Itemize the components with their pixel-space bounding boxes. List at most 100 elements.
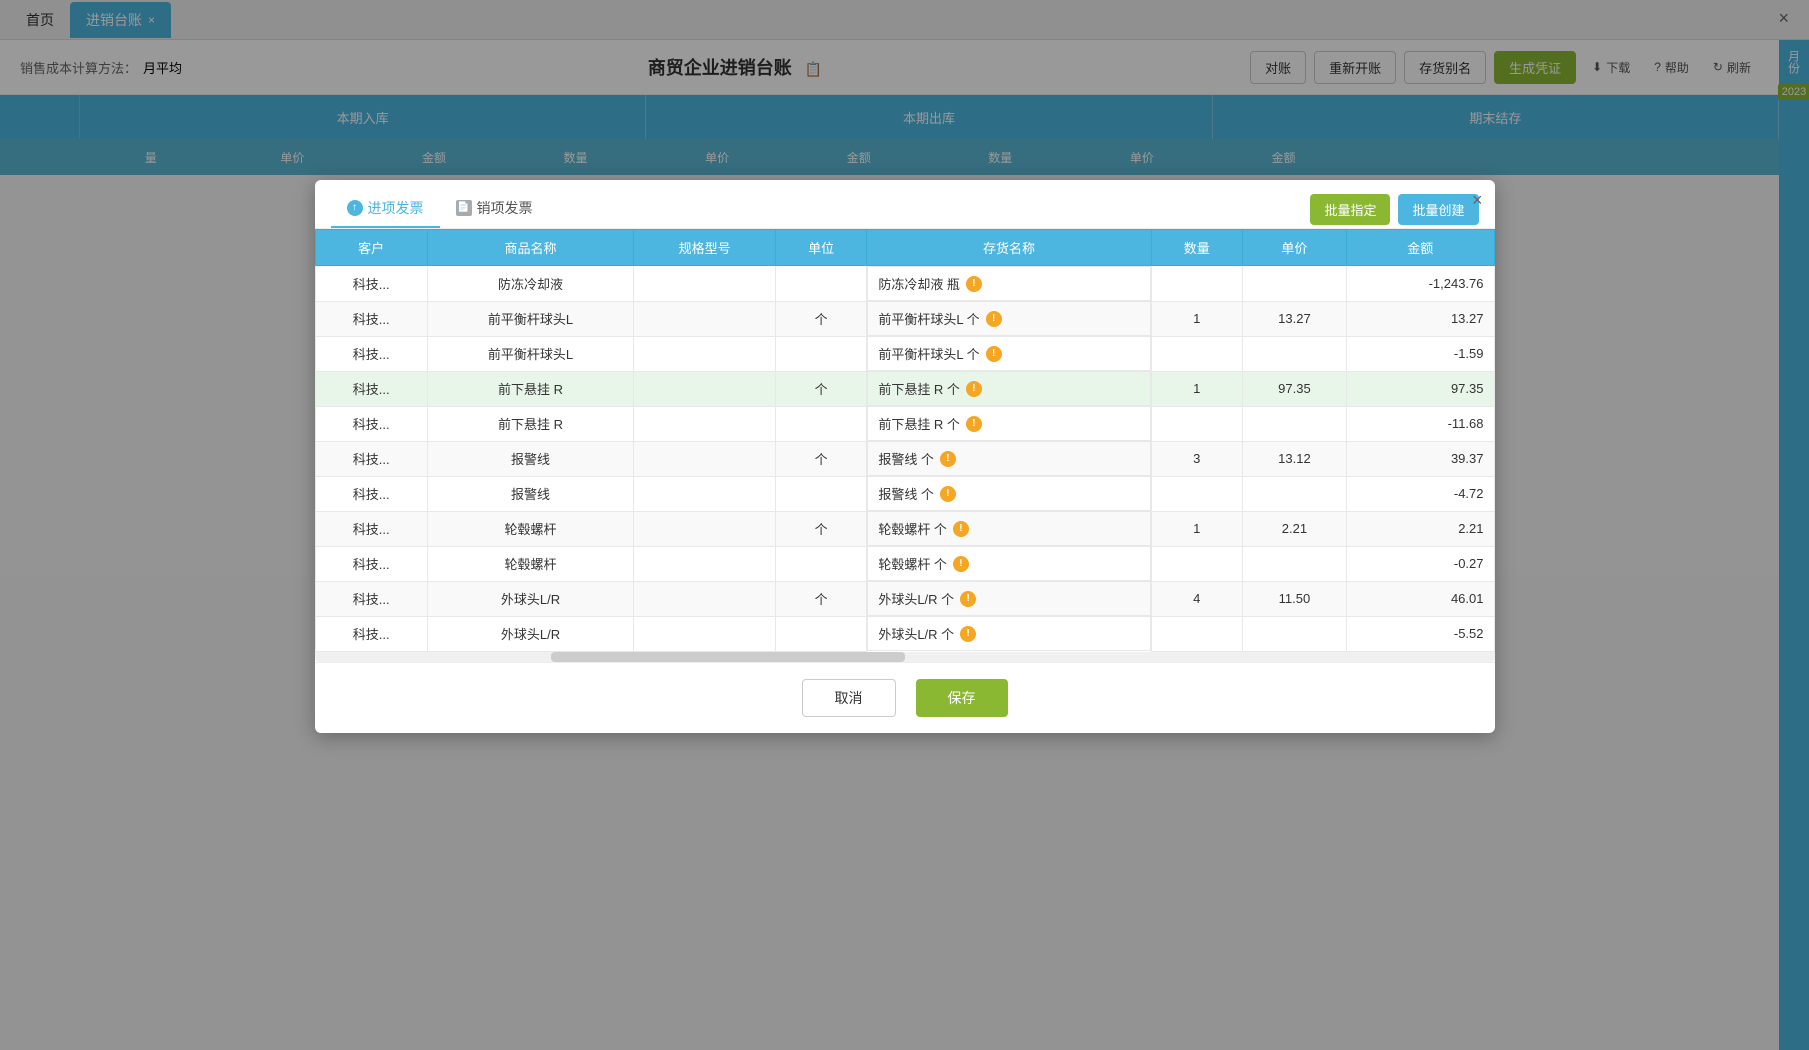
table-row[interactable]: 科技...轮毂螺杆轮毂螺杆 个!-0.27 xyxy=(315,546,1494,581)
cell-unit: 个 xyxy=(776,441,867,476)
cell-customer: 科技... xyxy=(315,511,427,546)
cell-price xyxy=(1242,406,1346,441)
warning-icon: ! xyxy=(986,311,1002,327)
th-customer: 客户 xyxy=(315,230,427,266)
table-row[interactable]: 科技...报警线个报警线 个!313.1239.37 xyxy=(315,441,1494,476)
warning-icon: ! xyxy=(960,591,976,607)
cell-amount: -1,243.76 xyxy=(1346,266,1494,302)
warning-icon: ! xyxy=(966,276,982,292)
invoice-table-wrapper[interactable]: 客户 商品名称 规格型号 单位 存货名称 数量 单价 金额 科技...防冻冷却液… xyxy=(315,229,1495,652)
th-inventory: 存货名称 xyxy=(867,230,1151,266)
cell-spec xyxy=(634,371,776,406)
cell-inventory: 报警线 个! xyxy=(867,476,1150,511)
cell-qty xyxy=(1151,336,1242,371)
cell-unit: 个 xyxy=(776,301,867,336)
cell-unit xyxy=(776,476,867,511)
cell-price xyxy=(1242,336,1346,371)
warning-icon: ! xyxy=(940,451,956,467)
cell-spec xyxy=(634,581,776,616)
cell-inventory: 轮毂螺杆 个! xyxy=(867,511,1150,546)
cell-product: 轮毂螺杆 xyxy=(427,511,633,546)
table-row[interactable]: 科技...轮毂螺杆个轮毂螺杆 个!12.212.21 xyxy=(315,511,1494,546)
cell-spec xyxy=(634,336,776,371)
incoming-tab-icon: ↑ xyxy=(347,200,363,216)
cell-unit: 个 xyxy=(776,371,867,406)
cell-inventory: 外球头L/R 个! xyxy=(867,616,1150,651)
cell-qty: 1 xyxy=(1151,301,1242,336)
cell-qty: 1 xyxy=(1151,371,1242,406)
cell-unit: 个 xyxy=(776,511,867,546)
warning-icon: ! xyxy=(960,626,976,642)
save-button[interactable]: 保存 xyxy=(916,679,1008,717)
invoice-modal: × ↑ 进项发票 📄 销项发票 批量指定 批量创建 xyxy=(315,180,1495,733)
table-row[interactable]: 科技...前下悬挂 R个前下悬挂 R 个!197.3597.35 xyxy=(315,371,1494,406)
cell-product: 报警线 xyxy=(427,476,633,511)
invoice-table: 客户 商品名称 规格型号 单位 存货名称 数量 单价 金额 科技...防冻冷却液… xyxy=(315,229,1495,652)
cell-price: 13.27 xyxy=(1242,301,1346,336)
cell-spec xyxy=(634,406,776,441)
th-product: 商品名称 xyxy=(427,230,633,266)
warning-icon: ! xyxy=(940,486,956,502)
th-price: 单价 xyxy=(1242,230,1346,266)
batch-assign-button[interactable]: 批量指定 xyxy=(1310,194,1390,225)
tab-incoming-invoice[interactable]: ↑ 进项发票 xyxy=(331,190,440,228)
outgoing-tab-icon: 📄 xyxy=(456,200,472,216)
cell-customer: 科技... xyxy=(315,441,427,476)
cell-price xyxy=(1242,476,1346,511)
cell-spec xyxy=(634,546,776,581)
cell-customer: 科技... xyxy=(315,546,427,581)
cell-amount: -0.27 xyxy=(1346,546,1494,581)
cell-amount: -11.68 xyxy=(1346,406,1494,441)
modal-close-button[interactable]: × xyxy=(1472,190,1483,211)
cell-qty xyxy=(1151,546,1242,581)
table-row[interactable]: 科技...防冻冷却液防冻冷却液 瓶!-1,243.76 xyxy=(315,266,1494,302)
modal-tab-actions: 批量指定 批量创建 xyxy=(1310,194,1478,225)
cell-qty xyxy=(1151,266,1242,302)
cell-customer: 科技... xyxy=(315,336,427,371)
th-spec: 规格型号 xyxy=(634,230,776,266)
cell-spec xyxy=(634,511,776,546)
cell-price: 11.50 xyxy=(1242,581,1346,616)
cell-product: 前平衡杆球头L xyxy=(427,301,633,336)
cell-customer: 科技... xyxy=(315,301,427,336)
cell-spec xyxy=(634,616,776,651)
cell-spec xyxy=(634,441,776,476)
table-row[interactable]: 科技...前下悬挂 R前下悬挂 R 个!-11.68 xyxy=(315,406,1494,441)
modal-scrollbar[interactable] xyxy=(315,652,1495,662)
table-row[interactable]: 科技...外球头L/R外球头L/R 个!-5.52 xyxy=(315,616,1494,651)
modal-tab-bar: ↑ 进项发票 📄 销项发票 批量指定 批量创建 xyxy=(315,180,1495,229)
cell-inventory: 报警线 个! xyxy=(867,441,1150,476)
cell-qty: 1 xyxy=(1151,511,1242,546)
cell-qty xyxy=(1151,406,1242,441)
cell-product: 外球头L/R xyxy=(427,616,633,651)
cell-price: 2.21 xyxy=(1242,511,1346,546)
cell-qty xyxy=(1151,616,1242,651)
table-row[interactable]: 科技...报警线报警线 个!-4.72 xyxy=(315,476,1494,511)
cell-amount: 97.35 xyxy=(1346,371,1494,406)
th-unit: 单位 xyxy=(776,230,867,266)
cell-amount: -5.52 xyxy=(1346,616,1494,651)
th-amount: 金额 xyxy=(1346,230,1494,266)
cell-unit xyxy=(776,616,867,651)
cell-product: 前平衡杆球头L xyxy=(427,336,633,371)
warning-icon: ! xyxy=(986,346,1002,362)
table-row[interactable]: 科技...外球头L/R个外球头L/R 个!411.5046.01 xyxy=(315,581,1494,616)
cancel-button[interactable]: 取消 xyxy=(802,679,896,717)
cell-inventory: 前平衡杆球头L 个! xyxy=(867,301,1150,336)
cell-customer: 科技... xyxy=(315,406,427,441)
cell-customer: 科技... xyxy=(315,266,427,302)
table-row[interactable]: 科技...前平衡杆球头L 前平衡杆球头L 个! -1.59 xyxy=(315,336,1494,371)
cell-amount: 13.27 xyxy=(1346,301,1494,336)
cell-customer: 科技... xyxy=(315,581,427,616)
batch-create-button[interactable]: 批量创建 xyxy=(1398,194,1478,225)
cell-amount: -4.72 xyxy=(1346,476,1494,511)
cell-amount: -1.59 xyxy=(1346,336,1494,371)
cell-unit: 个 xyxy=(776,581,867,616)
cell-inventory: 前平衡杆球头L 个! xyxy=(867,336,1150,371)
scrollbar-thumb[interactable] xyxy=(551,652,905,662)
table-row[interactable]: 科技...前平衡杆球头L个前平衡杆球头L 个!113.2713.27 xyxy=(315,301,1494,336)
tab-outgoing-invoice[interactable]: 📄 销项发票 xyxy=(440,190,549,228)
cell-spec xyxy=(634,301,776,336)
warning-icon: ! xyxy=(953,556,969,572)
cell-qty xyxy=(1151,476,1242,511)
